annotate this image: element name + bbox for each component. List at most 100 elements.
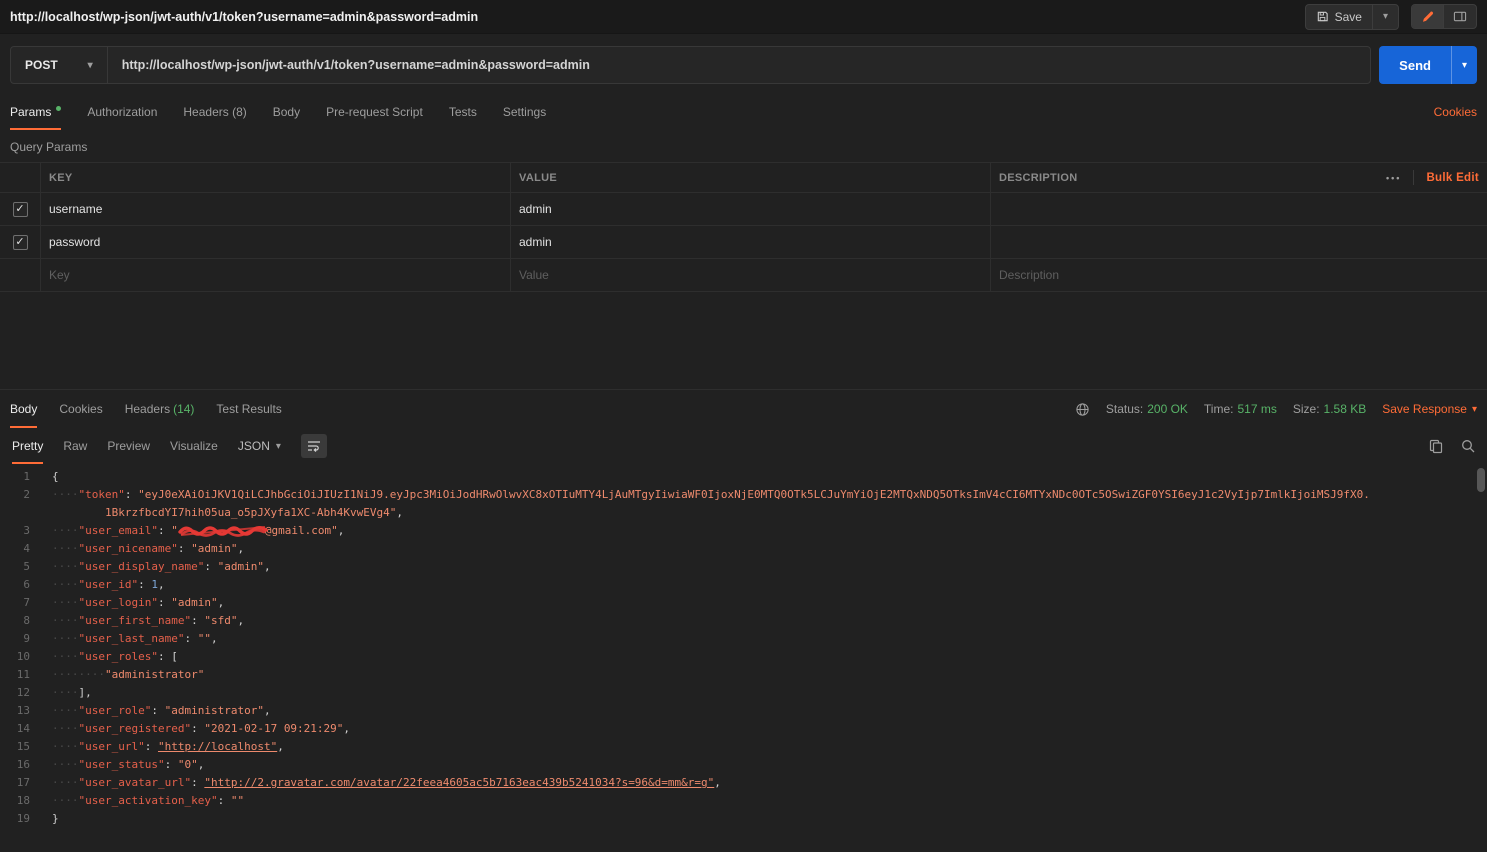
code-line: 5 ····"user_display_name": "admin",: [0, 558, 1487, 576]
param-description-cell[interactable]: Description: [990, 259, 1487, 291]
search-response-button[interactable]: [1461, 439, 1475, 453]
response-tab-headers[interactable]: Headers (14): [125, 390, 195, 428]
json-punct: ,: [217, 596, 225, 609]
line-content: 1BkrzfbcdYI7hih05ua_o5pJXyfa1XC-Abh4KvwE…: [30, 504, 403, 522]
copy-response-button[interactable]: [1429, 439, 1443, 454]
param-description-cell[interactable]: [990, 226, 1487, 258]
param-key-cell[interactable]: username: [40, 193, 510, 225]
param-checkbox[interactable]: ✓: [12, 234, 28, 250]
vertical-scrollbar-thumb[interactable]: [1477, 468, 1485, 492]
json-link[interactable]: "http://localhost": [158, 740, 277, 753]
response-tab-cookies[interactable]: Cookies: [59, 390, 102, 428]
param-row: ✓ password admin: [0, 226, 1487, 259]
response-body-viewer[interactable]: 1{2 ····"token": "eyJ0eXAiOiJKV1QiLCJhbGc…: [0, 464, 1487, 852]
save-button-label: Save: [1334, 9, 1362, 24]
json-key: "user_url": [78, 740, 145, 753]
code-line: 16 ····"user_status": "0",: [0, 756, 1487, 774]
line-number: 8: [23, 614, 30, 627]
param-description-cell[interactable]: [990, 193, 1487, 225]
code-line: 6 ····"user_id": 1,: [0, 576, 1487, 594]
json-punct: :: [151, 704, 165, 717]
json-punct: :: [138, 578, 152, 591]
json-link[interactable]: "http://2.gravatar.com/avatar/22feea4605…: [204, 776, 714, 789]
save-button[interactable]: Save: [1306, 5, 1372, 29]
line-content: ····],: [30, 684, 92, 702]
code-lines: 1{2 ····"token": "eyJ0eXAiOiJKV1QiLCJhbGc…: [0, 468, 1487, 828]
empty-area: [0, 292, 1487, 389]
chevron-down-icon: ▾: [275, 440, 281, 452]
view-tab-preview[interactable]: Preview: [107, 428, 150, 464]
param-value-cell[interactable]: Value: [510, 259, 990, 291]
comments-panel-button[interactable]: [1443, 5, 1476, 28]
cookies-link[interactable]: Cookies: [1434, 105, 1477, 119]
response-toolbar-icons: [1429, 439, 1475, 454]
send-options-button[interactable]: ▾: [1450, 46, 1477, 84]
param-key-cell[interactable]: password: [40, 226, 510, 258]
time-label: Time:: [1203, 402, 1234, 416]
titlebar-actions: Save ▾: [1304, 3, 1477, 30]
whitespace-dots: ····: [52, 722, 79, 735]
whitespace-dots: ····: [52, 596, 79, 609]
request-title: http://localhost/wp-json/jwt-auth/v1/tok…: [10, 9, 479, 24]
param-checkbox-cell: ✓: [0, 226, 40, 258]
tab-pre-request-script[interactable]: Pre-request Script: [326, 94, 423, 130]
code-line: 9 ····"user_last_name": "",: [0, 630, 1487, 648]
more-options-icon[interactable]: •••: [1386, 173, 1401, 183]
json-string: "": [230, 794, 245, 807]
query-params-table: KEY VALUE DESCRIPTION ••• Bulk Edit ✓ use…: [0, 162, 1487, 292]
whitespace-dots: ····: [52, 650, 79, 663]
line-number: 17: [16, 776, 30, 789]
response-tab-test-results[interactable]: Test Results: [216, 390, 281, 428]
save-response-button[interactable]: Save Response ▾: [1382, 402, 1477, 416]
line-content: ····"user_roles": [: [30, 648, 178, 666]
line-number: 9: [23, 632, 30, 645]
param-value-cell[interactable]: admin: [510, 193, 990, 225]
whitespace-dots: ····: [52, 614, 79, 627]
json-key: "user_last_name": [78, 632, 185, 645]
json-string: "": [197, 632, 211, 645]
whitespace-dots: ····: [52, 524, 79, 537]
json-punct: ,: [197, 758, 205, 771]
save-response-label: Save Response: [1382, 402, 1467, 416]
json-string: "admin": [191, 542, 238, 555]
chevron-down-icon: ▾: [1471, 403, 1477, 415]
json-string: "admin": [217, 560, 264, 573]
param-key-cell[interactable]: Key: [40, 259, 510, 291]
chevron-down-icon: ▾: [1461, 59, 1467, 71]
param-checkbox[interactable]: ✓: [12, 201, 28, 217]
bulk-edit-link[interactable]: Bulk Edit: [1426, 172, 1479, 184]
view-tab-visualize[interactable]: Visualize: [170, 428, 218, 464]
description-column-label: DESCRIPTION: [999, 171, 1078, 184]
param-value-cell[interactable]: admin: [510, 226, 990, 258]
view-tab-raw[interactable]: Raw: [63, 428, 87, 464]
tab-headers[interactable]: Headers (8): [183, 94, 246, 130]
json-punct: :: [164, 758, 178, 771]
line-number: 1: [23, 470, 30, 483]
format-select[interactable]: JSON ▾: [238, 439, 281, 453]
tab-tests[interactable]: Tests: [449, 94, 477, 130]
query-params-heading: Query Params: [10, 140, 88, 154]
line-content: ····"user_id": 1,: [30, 576, 165, 594]
edit-request-button[interactable]: [1412, 5, 1443, 28]
json-string: 1BkrzfbcdYI7hih05ua_o5pJXyfa1XC-Abh4KvwE…: [104, 506, 397, 519]
view-tab-pretty[interactable]: Pretty: [12, 428, 44, 464]
json-punct: ,: [210, 632, 218, 645]
wrap-lines-button[interactable]: [300, 434, 327, 458]
json-punct: :: [191, 722, 205, 735]
tab-settings[interactable]: Settings: [503, 94, 546, 130]
response-tab-body[interactable]: Body: [10, 390, 38, 428]
tab-body[interactable]: Body: [273, 94, 300, 130]
url-input[interactable]: [107, 47, 1371, 83]
send-button[interactable]: Send: [1379, 46, 1451, 84]
save-options-button[interactable]: ▾: [1371, 4, 1398, 29]
tab-authorization[interactable]: Authorization: [87, 94, 157, 130]
json-key: "user_registered": [78, 722, 192, 735]
json-string: "eyJ0eXAiOiJKV1QiLCJhbGciOiJIUzI1NiJ9.ey…: [138, 488, 1370, 501]
globe-icon[interactable]: [1075, 402, 1090, 417]
method-select[interactable]: POST ▾: [11, 47, 108, 83]
whitespace-dots: ····: [52, 578, 79, 591]
tab-params[interactable]: Params: [10, 94, 62, 130]
save-icon: [1317, 11, 1328, 22]
json-punct: :: [191, 614, 205, 627]
params-active-dot-icon: [56, 106, 62, 111]
